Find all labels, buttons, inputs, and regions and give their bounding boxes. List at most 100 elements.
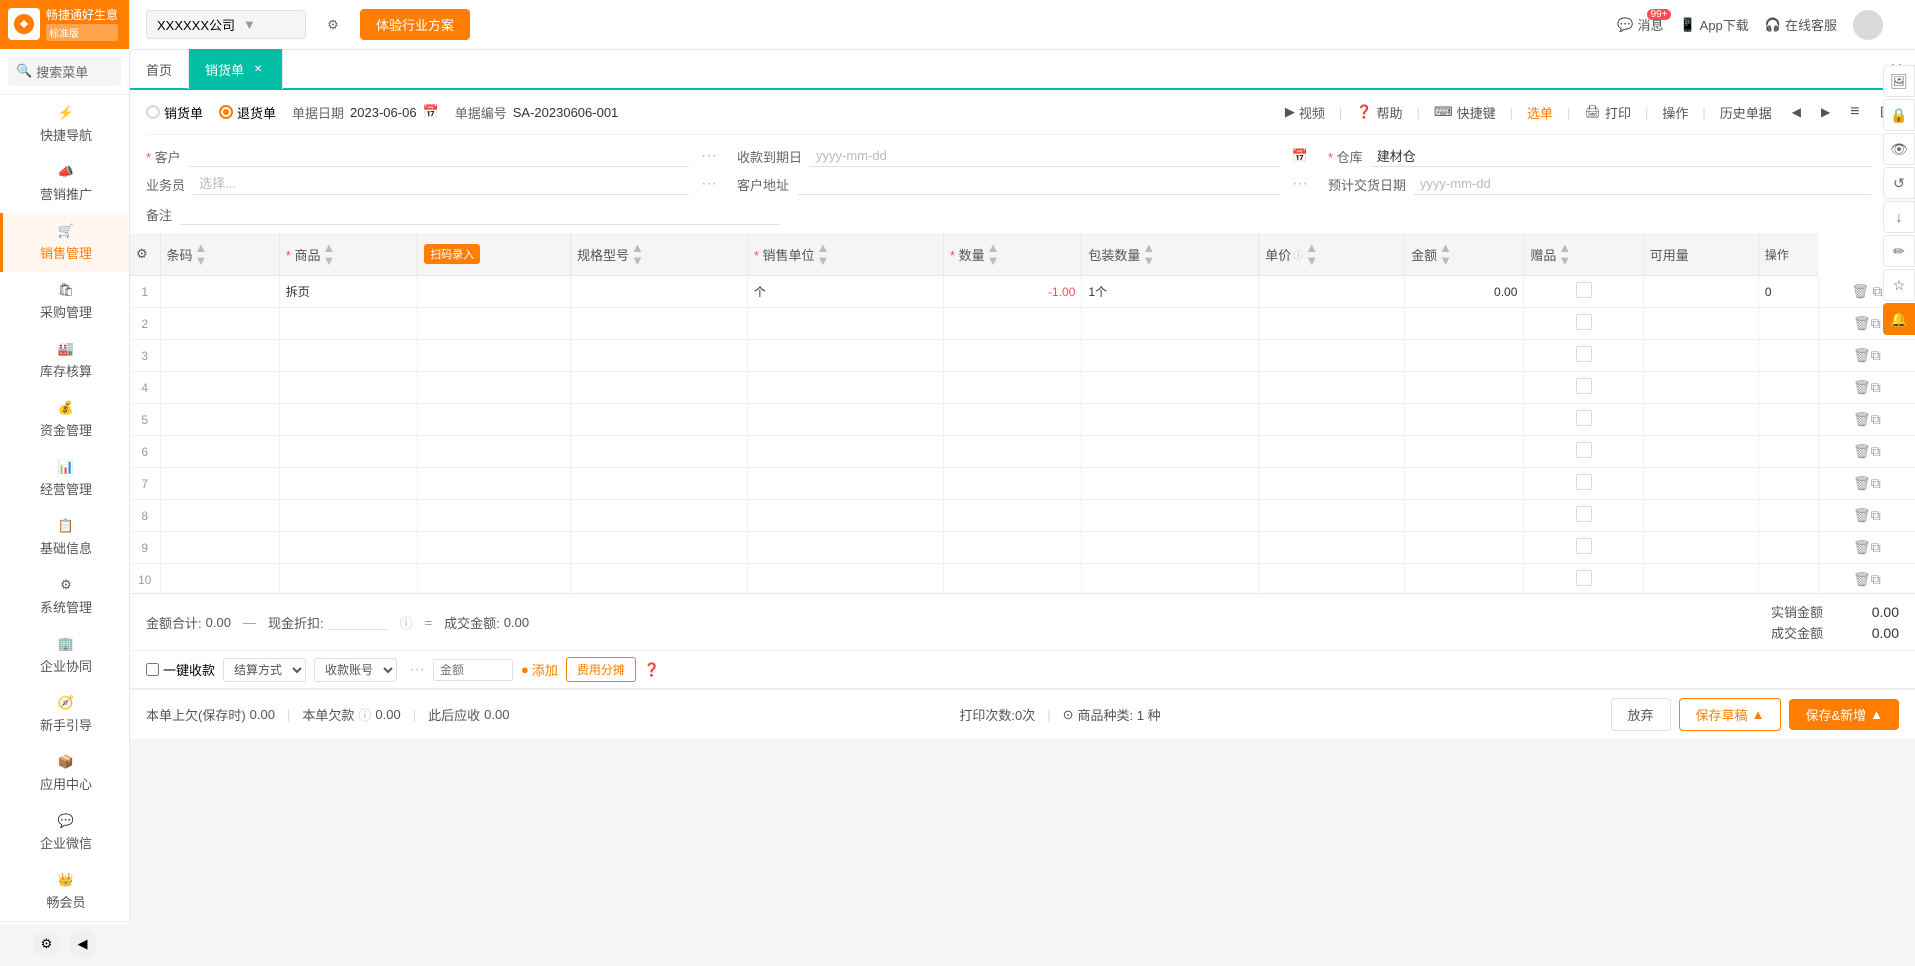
due-date-calendar-icon[interactable]: 📅 xyxy=(1292,148,1308,164)
delete-row-btn[interactable]: 🗑 xyxy=(1853,315,1871,331)
shortcut-tool-btn[interactable]: ⌨ 快捷键 xyxy=(1428,101,1502,124)
sidebar-collapse-button[interactable]: ◀ xyxy=(69,930,97,958)
prev-tool-btn[interactable]: ◀ xyxy=(1786,103,1807,121)
info-icon[interactable]: ⓘ xyxy=(400,613,413,632)
customer-input[interactable] xyxy=(189,145,689,167)
product-cell[interactable]: 拆页 xyxy=(279,276,417,308)
delete-row-btn[interactable]: 🗑 xyxy=(1853,347,1871,363)
delete-row-btn[interactable]: 🗑 xyxy=(1853,539,1871,555)
discount-input[interactable] xyxy=(328,614,388,630)
gift-checkbox[interactable] xyxy=(1576,410,1592,426)
float-image-btn[interactable]: 🖼 xyxy=(1883,65,1915,97)
sidebar-item-member[interactable]: 👑 畅会员 xyxy=(0,862,129,921)
unit-cell[interactable]: 个 xyxy=(747,276,943,308)
sidebar-item-system[interactable]: ⚙ 系统管理 xyxy=(0,567,129,626)
copy-row-btn[interactable]: ⧉ xyxy=(1871,379,1881,395)
sidebar-item-quick-nav[interactable]: ⚡ 快捷导航 xyxy=(0,95,129,154)
gift-checkbox[interactable] xyxy=(1576,538,1592,554)
float-star-btn[interactable]: ☆ xyxy=(1883,269,1915,301)
list-view-btn[interactable]: ≡ xyxy=(1844,101,1865,123)
sidebar-item-operation[interactable]: 📊 经营管理 xyxy=(0,449,129,508)
sidebar-item-sales[interactable]: 🛒 销售管理 xyxy=(0,213,129,272)
delete-row-btn[interactable]: 🗑 xyxy=(1851,283,1869,299)
help-tool-btn[interactable]: ❓ 帮助 xyxy=(1350,101,1408,124)
sidebar-item-apps[interactable]: 📦 应用中心 xyxy=(0,744,129,803)
copy-row-btn[interactable]: ⧉ xyxy=(1871,443,1881,459)
sidebar-settings-button[interactable]: ⚙ xyxy=(33,930,61,958)
copy-row-btn[interactable]: ⧉ xyxy=(1871,315,1881,331)
sidebar-item-wechat[interactable]: 💬 企业微信 xyxy=(0,803,129,862)
gift-checkbox[interactable] xyxy=(1576,506,1592,522)
copy-row-btn[interactable]: ⧉ xyxy=(1871,475,1881,491)
save-draft-button[interactable]: 保存草稿 ▲ xyxy=(1679,698,1782,731)
copy-row-btn[interactable]: ⧉ xyxy=(1871,571,1881,587)
float-highlight-btn[interactable]: 🔔 xyxy=(1883,303,1915,335)
gift-checkbox[interactable] xyxy=(1576,378,1592,394)
ops-tool-btn[interactable]: 操作 xyxy=(1656,101,1694,124)
float-eye-btn[interactable]: 👁 xyxy=(1883,133,1915,165)
float-refresh-btn[interactable]: ↺ xyxy=(1883,167,1915,199)
payment-check-item[interactable]: 一键收款 xyxy=(146,660,215,679)
gift-checkbox[interactable] xyxy=(1576,346,1592,362)
copy-row-btn[interactable]: ⧉ xyxy=(1871,507,1881,523)
gift-checkbox[interactable] xyxy=(1576,282,1592,298)
tab-sales-order[interactable]: 销货单 ✕ xyxy=(189,49,283,89)
salesperson-input[interactable] xyxy=(193,173,689,195)
customer-address-input[interactable] xyxy=(797,173,1280,195)
delete-row-btn[interactable]: 🗑 xyxy=(1853,475,1871,491)
copy-row-btn[interactable]: ⧉ xyxy=(1871,347,1881,363)
delete-row-btn[interactable]: 🗑 xyxy=(1853,443,1871,459)
scan-btn[interactable]: 扫码录入 xyxy=(424,244,480,264)
qty-cell[interactable]: -1.00 xyxy=(943,276,1081,308)
copy-row-btn[interactable]: ⧉ xyxy=(1872,283,1882,299)
float-lock-btn[interactable]: 🔒 xyxy=(1883,99,1915,131)
calendar-icon[interactable]: 📅 xyxy=(423,104,439,120)
amount-cell[interactable]: 0.00 xyxy=(1405,276,1524,308)
delete-row-btn[interactable]: 🗑 xyxy=(1853,571,1871,587)
user-avatar[interactable] xyxy=(1853,10,1883,40)
save-new-button[interactable]: 保存&新增 ▲ xyxy=(1789,699,1899,730)
sidebar-item-guide[interactable]: 🧭 新手引导 xyxy=(0,685,129,744)
delete-row-btn[interactable]: 🗑 xyxy=(1853,379,1871,395)
gift-checkbox[interactable] xyxy=(1576,442,1592,458)
th-settings[interactable]: ⚙ xyxy=(130,233,160,276)
discard-button[interactable]: 放弃 xyxy=(1611,698,1671,731)
account-dots-btn[interactable]: ··· xyxy=(409,661,425,679)
copy-row-btn[interactable]: ⧉ xyxy=(1871,411,1881,427)
payment-amount-input[interactable] xyxy=(433,659,513,681)
address-dots-btn[interactable]: ··· xyxy=(1292,175,1308,193)
fee-help-icon[interactable]: ❓ xyxy=(644,662,660,678)
float-download-btn[interactable]: ↓ xyxy=(1883,201,1915,233)
gift-checkbox[interactable] xyxy=(1576,314,1592,330)
radio-sales-order[interactable]: 销货单 xyxy=(146,103,203,122)
expected-date-input[interactable] xyxy=(1414,173,1871,195)
sidebar-item-basic[interactable]: 📋 基础信息 xyxy=(0,508,129,567)
warehouse-input[interactable] xyxy=(1371,145,1871,167)
sidebar-item-inventory[interactable]: 🏭 库存核算 xyxy=(0,331,129,390)
message-button[interactable]: 💬 消息 99+ xyxy=(1617,15,1663,34)
app-download-button[interactable]: 📱 App下载 xyxy=(1679,15,1748,34)
fee-split-btn[interactable]: 费用分摊 xyxy=(566,657,636,682)
price-cell[interactable] xyxy=(1259,276,1405,308)
th-scan[interactable]: 扫码录入 xyxy=(418,233,571,276)
copy-row-btn[interactable]: ⧉ xyxy=(1871,539,1881,555)
float-edit-btn[interactable]: ✏ xyxy=(1883,235,1915,267)
radio-return-order[interactable]: 退货单 xyxy=(219,103,276,122)
due-date-input[interactable] xyxy=(810,145,1280,167)
gift-checkbox[interactable] xyxy=(1576,570,1592,586)
company-selector[interactable]: XXXXXX公司 ▼ xyxy=(146,10,306,39)
pkg-qty-cell[interactable]: 1个 xyxy=(1082,276,1259,308)
info-icon2[interactable]: ⓘ xyxy=(358,705,371,724)
search-menu-button[interactable]: 🔍 搜索菜单 xyxy=(8,57,121,86)
barcode-cell[interactable] xyxy=(160,276,279,308)
tab-home[interactable]: 首页 xyxy=(130,49,189,89)
sidebar-item-purchase[interactable]: 🛍 采购管理 xyxy=(0,272,129,331)
online-service-button[interactable]: 🎧 在线客服 xyxy=(1765,15,1837,34)
salesperson-dots-btn[interactable]: ··· xyxy=(701,175,717,193)
calc-method-select[interactable]: 结算方式 xyxy=(223,658,306,682)
sidebar-item-finance[interactable]: 💰 资金管理 xyxy=(0,390,129,449)
next-tool-btn[interactable]: ▶ xyxy=(1815,103,1836,121)
spec-cell[interactable] xyxy=(571,276,748,308)
topbar-gear-button[interactable]: ⚙ xyxy=(318,10,348,40)
history-tool-btn[interactable]: 历史单据 xyxy=(1714,101,1778,124)
